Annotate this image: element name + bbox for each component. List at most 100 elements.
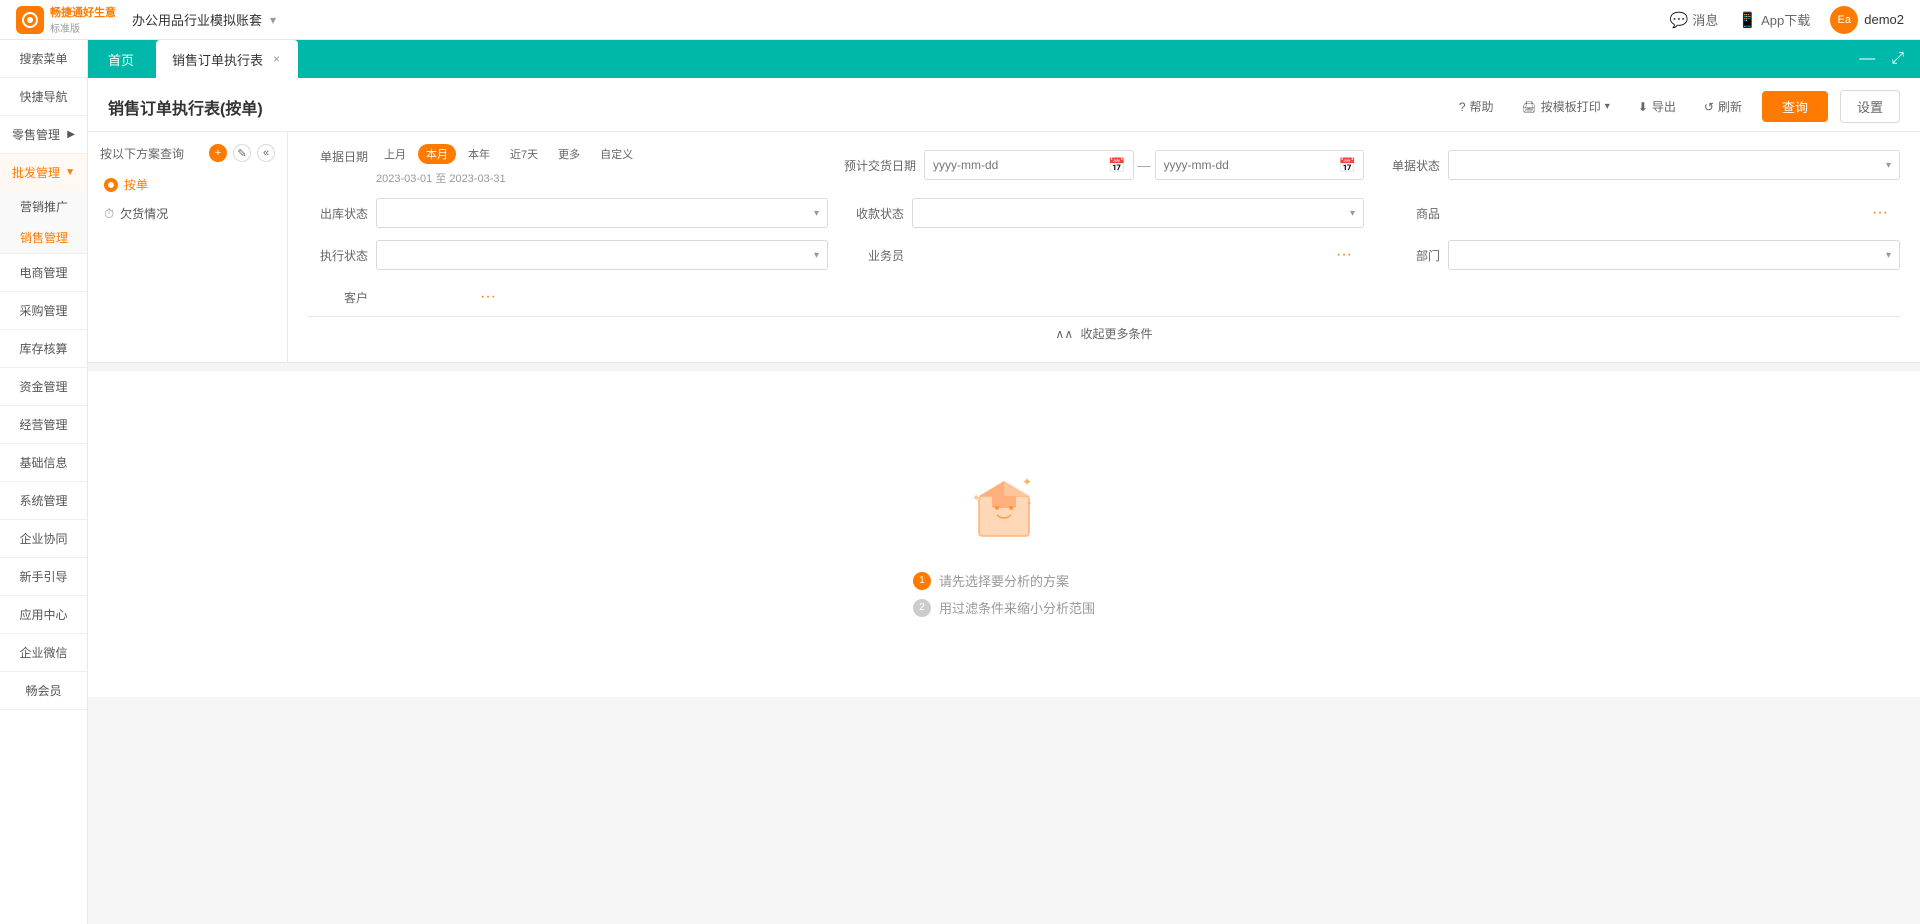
outbound-status-label: 出库状态 [308, 205, 368, 222]
sidebar-item-enterprise[interactable]: 企业协同 [0, 520, 87, 558]
breadcrumb-title: 办公用品行业模拟账套 [132, 10, 262, 29]
single-date-field: 单据日期 上月 本月 本年 近7天 更多 自定义 [308, 144, 828, 186]
single-date-label: 单据日期 [308, 148, 368, 165]
department-select[interactable]: ▾ [1448, 240, 1900, 270]
scheme-dot-inner [108, 182, 114, 188]
goods-select[interactable]: ··· [1448, 198, 1900, 228]
top-header: 畅捷通好生意 标准版 办公用品行业模拟账套 ▾ 💬 消息 📱 App下载 Ea … [0, 0, 1920, 40]
date-tag-7days[interactable]: 近7天 [502, 144, 546, 164]
execution-status-label: 执行状态 [308, 247, 368, 264]
sidebar-item-inventory[interactable]: 库存核算 [0, 330, 87, 368]
sidebar-item-apps[interactable]: 应用中心 [0, 596, 87, 634]
collection-status-field: 收款状态 ▾ [844, 198, 1364, 228]
tab-maximize-icon[interactable]: ⤢ [1887, 46, 1908, 72]
print-chevron-icon: ▾ [1605, 101, 1610, 112]
order-status-select[interactable]: ▾ [1448, 150, 1900, 180]
sidebar-item-wholesale[interactable]: 批发管理 ▼ [0, 154, 87, 191]
filter-row-3: 执行状态 ▾ 业务员 ··· [308, 240, 1900, 270]
filter-row-2: 出库状态 ▾ 收款状态 ▾ [308, 198, 1900, 228]
step-2-num: 2 [913, 599, 931, 617]
sidebar-item-quick-nav[interactable]: 快捷导航 [0, 78, 87, 116]
filter-panel: 按以下方案查询 + ✎ « [88, 132, 1920, 363]
tab-sales-order[interactable]: 销售订单执行表 × [156, 40, 298, 78]
scheme-actions: + ✎ « [209, 144, 275, 162]
sidebar-item-membership[interactable]: 畅会员 [0, 672, 87, 710]
salesperson-select[interactable]: ··· [912, 240, 1364, 270]
delivery-date-end[interactable] [1155, 150, 1365, 180]
execution-status-field: 执行状态 ▾ [308, 240, 828, 270]
scheme-header: 按以下方案查询 + ✎ « [88, 144, 287, 170]
sidebar-item-wechat[interactable]: 企业微信 [0, 634, 87, 672]
tab-close-icon[interactable]: × [271, 50, 282, 68]
order-status-field: 单据状态 ▾ [1380, 150, 1900, 180]
filter-form: 单据日期 上月 本月 本年 近7天 更多 自定义 [288, 132, 1920, 362]
export-button[interactable]: ⬇ 导出 [1630, 94, 1684, 119]
logo-area: 畅捷通好生意 标准版 [16, 4, 116, 35]
date-range-text: 2023-03-01 至 2023-03-31 [308, 170, 506, 186]
customer-label: 客户 [308, 289, 368, 306]
customer-field: 客户 ··· [308, 282, 508, 312]
query-button[interactable]: 查询 [1762, 91, 1828, 122]
sidebar-item-system[interactable]: 系统管理 [0, 482, 87, 520]
date-tag-this-month[interactable]: 本月 [418, 144, 456, 164]
svg-text:✦: ✦ [972, 493, 980, 504]
scheme-item-shortage[interactable]: ⏱ 欠货情况 [88, 199, 287, 228]
tab-bar: 首页 销售订单执行表 × — ⤢ [88, 40, 1920, 78]
collapse-button[interactable]: ∧∧ 收起更多条件 [308, 316, 1900, 350]
phone-icon: 📱 [1738, 11, 1757, 29]
goods-dots-icon[interactable]: ··· [1868, 200, 1892, 226]
outbound-status-select[interactable]: ▾ [376, 198, 828, 228]
refresh-button[interactable]: ↺ 刷新 [1696, 94, 1750, 119]
sidebar-item-newuser[interactable]: 新手引导 [0, 558, 87, 596]
help-button[interactable]: ? 帮助 [1451, 94, 1502, 119]
date-tag-last-month[interactable]: 上月 [376, 144, 414, 164]
date-tag-more[interactable]: 更多 [550, 144, 588, 164]
date-tag-custom[interactable]: 自定义 [592, 144, 641, 164]
sidebar-item-purchase[interactable]: 采购管理 [0, 292, 87, 330]
header-left: 畅捷通好生意 标准版 办公用品行业模拟账套 ▾ [16, 4, 276, 35]
tab-minimize-icon[interactable]: — [1855, 46, 1879, 72]
order-status-label: 单据状态 [1380, 157, 1440, 174]
empty-illustration: ✦ ✦ ✦ [954, 451, 1054, 551]
settings-button[interactable]: 设置 [1840, 90, 1900, 123]
sidebar-item-sales-mgmt[interactable]: 销售管理 [0, 222, 87, 253]
scheme-item-order[interactable]: 按单 [88, 170, 287, 199]
logo-text: 畅捷通好生意 标准版 [50, 4, 116, 35]
date-tag-this-year[interactable]: 本年 [460, 144, 498, 164]
calendar-start-icon[interactable]: 📅 [1108, 157, 1125, 174]
goods-field: 商品 ··· [1380, 198, 1900, 228]
wholesale-sub-items: 营销推广 销售管理 [0, 191, 87, 253]
scheme-dot-icon [104, 178, 118, 192]
collection-status-select[interactable]: ▾ [912, 198, 1364, 228]
sidebar-item-finance[interactable]: 资金管理 [0, 368, 87, 406]
step-1-num: 1 [913, 572, 931, 590]
export-icon: ⬇ [1638, 100, 1648, 114]
customer-select[interactable]: ··· [376, 282, 508, 312]
sidebar-item-marketing[interactable]: 营销推广 [0, 191, 87, 222]
salesperson-dots-icon[interactable]: ··· [1332, 242, 1356, 268]
tab-home[interactable]: 首页 [88, 40, 154, 78]
scheme-edit-button[interactable]: ✎ [233, 144, 251, 162]
calendar-end-icon[interactable]: 📅 [1339, 157, 1356, 174]
delivery-date-end-wrapper: 📅 [1155, 150, 1365, 180]
customer-dots-icon[interactable]: ··· [476, 284, 500, 310]
expected-delivery-label: 预计交货日期 [844, 157, 916, 174]
print-button[interactable]: 🖨 按模板打印 ▾ [1514, 94, 1618, 119]
sidebar-item-ecommerce[interactable]: 电商管理 [0, 254, 87, 292]
message-action[interactable]: 💬 消息 [1670, 10, 1719, 29]
user-profile[interactable]: Ea demo2 [1830, 6, 1904, 34]
execution-status-select[interactable]: ▾ [376, 240, 828, 270]
breadcrumb-arrow-icon[interactable]: ▾ [270, 13, 276, 27]
sidebar-item-search-menu[interactable]: 搜索菜单 [0, 40, 87, 78]
sidebar-item-basic-info[interactable]: 基础信息 [0, 444, 87, 482]
delivery-date-start[interactable] [924, 150, 1134, 180]
sidebar-item-operation[interactable]: 经营管理 [0, 406, 87, 444]
sidebar-item-retail[interactable]: 零售管理 ▶ [0, 116, 87, 153]
collection-status-label: 收款状态 [844, 205, 904, 222]
scheme-clock-icon: ⏱ [104, 206, 114, 222]
sidebar: 搜索菜单 快捷导航 零售管理 ▶ 批发管理 ▼ 营销推广 销售管理 电商管理 采… [0, 40, 88, 924]
scheme-add-button[interactable]: + [209, 144, 227, 162]
filter-row-4: 客户 ··· [308, 282, 1900, 312]
scheme-collapse-button[interactable]: « [257, 144, 275, 162]
app-download-action[interactable]: 📱 App下载 [1738, 10, 1810, 29]
